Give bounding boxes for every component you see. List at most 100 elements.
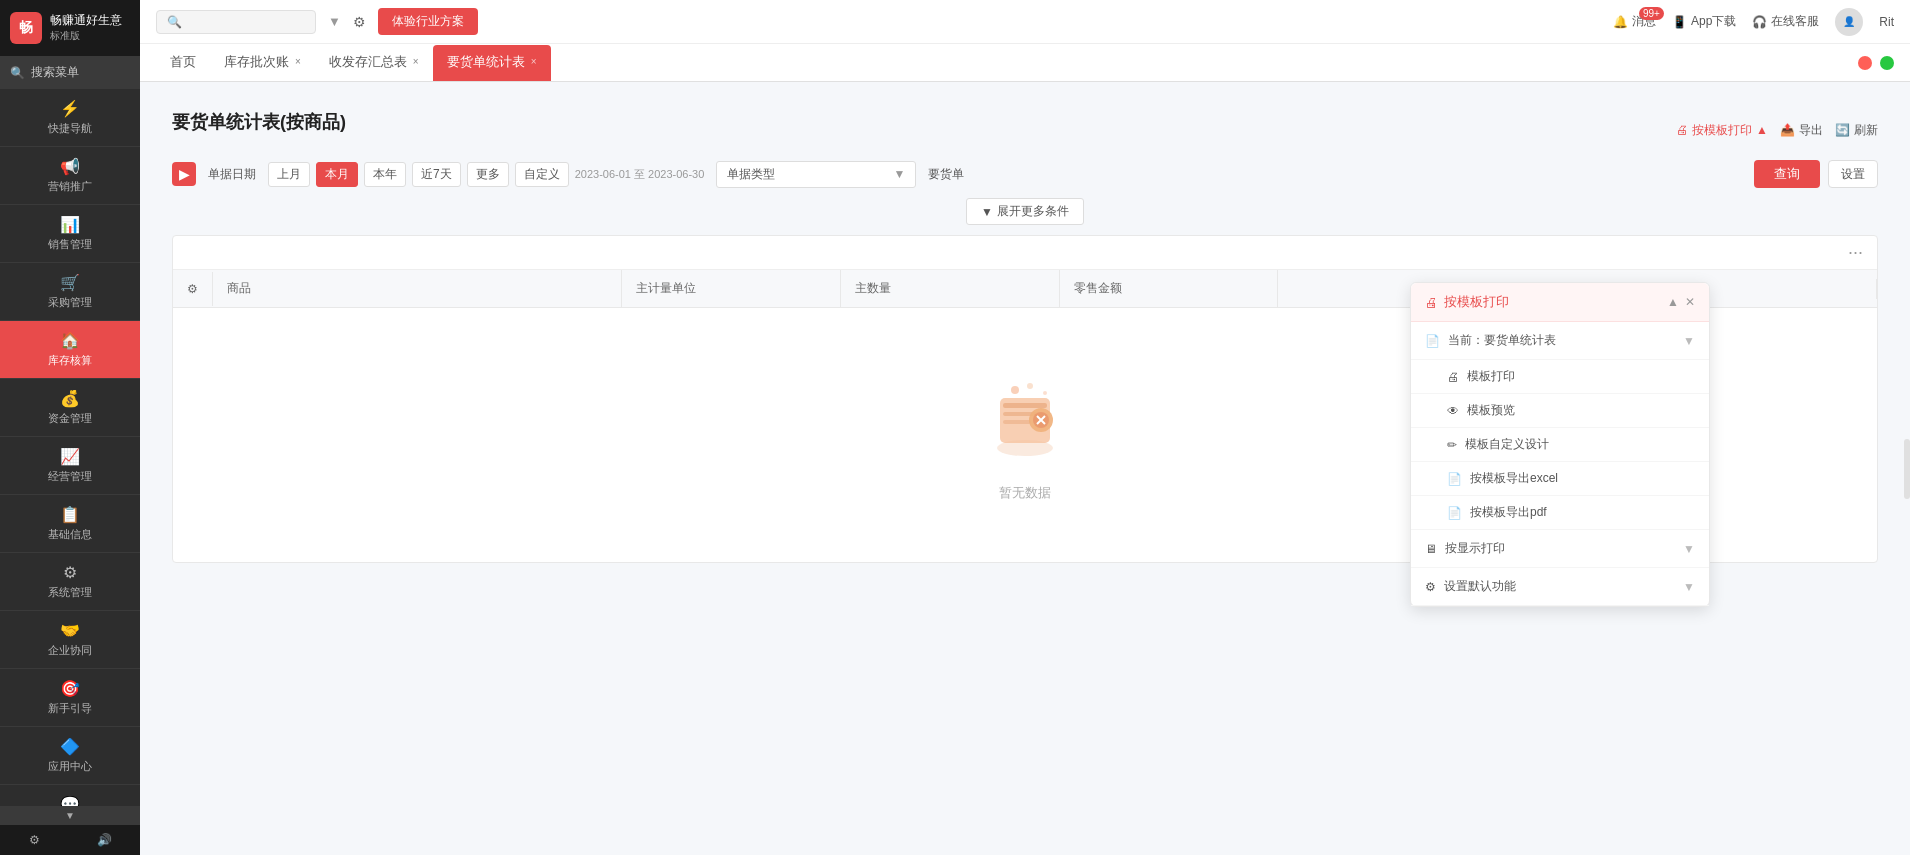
- expand-row: ▼ 展开更多条件: [172, 198, 1878, 235]
- date-btn-custom[interactable]: 自定义: [515, 162, 569, 187]
- nav-icon-caigou: 🛒: [60, 273, 80, 292]
- col-qty: 主数量: [841, 270, 1060, 307]
- dropdown-template-excel[interactable]: 📄 按模板导出excel: [1411, 462, 1709, 496]
- sidebar-item-qiyeweixin[interactable]: 💬 企业微信: [0, 785, 140, 806]
- dropdown-current-template[interactable]: 📄 当前：要货单统计表 ▼: [1411, 322, 1709, 360]
- template-pdf-label: 按模板导出pdf: [1470, 504, 1547, 521]
- nav-icon-yingxiao: 📢: [60, 157, 80, 176]
- nav-icon-kuaijie: ⚡: [60, 99, 80, 118]
- topbar-dropdown-arrow[interactable]: ▼: [328, 14, 341, 29]
- dropdown-close-icon[interactable]: ✕: [1685, 295, 1695, 309]
- tab-shoufa-close[interactable]: ×: [413, 56, 419, 67]
- date-btn-last-month[interactable]: 上月: [268, 162, 310, 187]
- dropdown-display-print[interactable]: 🖥 按显示打印 ▼: [1411, 530, 1709, 568]
- sidebar-item-jichu[interactable]: 📋 基础信息: [0, 495, 140, 553]
- tab-yaohuo-close[interactable]: ×: [531, 56, 537, 67]
- dropdown-chevron-up[interactable]: ▲: [1667, 295, 1679, 309]
- online-service-btn[interactable]: 🎧 在线客服: [1752, 13, 1819, 30]
- dropdown-template-print[interactable]: 🖨 模板打印: [1411, 360, 1709, 394]
- sidebar-item-label: 新手引导: [48, 701, 92, 716]
- tab-kucun-pici-label: 库存批次账: [224, 53, 289, 71]
- date-btn-this-year[interactable]: 本年: [364, 162, 406, 187]
- nav-icon-xitong: ⚙: [63, 563, 77, 582]
- tab-yaohuo[interactable]: 要货单统计表 ×: [433, 45, 551, 81]
- svg-point-11: [1043, 391, 1047, 395]
- tab-shoufa-label: 收发存汇总表: [329, 53, 407, 71]
- topbar-right: 🔔 消息 99+ 📱 App下载 🎧 在线客服 👤 Rit: [1613, 8, 1894, 36]
- sidebar-nav: ⚡ 快捷导航 📢 营销推广 📊 销售管理 🛒 采购管理 🏠 库存核算 💰 资金管…: [0, 89, 140, 806]
- sidebar-scroll-down[interactable]: ▼: [0, 806, 140, 825]
- nav-icon-xinshou: 🎯: [60, 679, 80, 698]
- sidebar-item-zijin[interactable]: 💰 资金管理: [0, 379, 140, 437]
- mobile-icon: 📱: [1672, 15, 1687, 29]
- sidebar-item-xiaoshou[interactable]: 📊 销售管理: [0, 205, 140, 263]
- dropdown-default-func[interactable]: ⚙ 设置默认功能 ▼: [1411, 568, 1709, 606]
- col-gear[interactable]: ⚙: [173, 272, 213, 306]
- filter-date-group: 上月 本月 本年 近7天 更多 自定义 2023-06-01 至 2023-06…: [268, 162, 704, 187]
- default-func-label: 设置默认功能: [1444, 578, 1516, 595]
- sidebar-item-label: 采购管理: [48, 295, 92, 310]
- trial-button[interactable]: 体验行业方案: [378, 8, 478, 35]
- dropdown-template-pdf[interactable]: 📄 按模板导出pdf: [1411, 496, 1709, 530]
- notification-btn[interactable]: 🔔 消息 99+: [1613, 13, 1656, 30]
- window-controls: [1858, 56, 1894, 70]
- sound-bottom-btn[interactable]: 🔊: [97, 833, 112, 847]
- username-label[interactable]: Rit: [1879, 15, 1894, 29]
- sidebar-item-jingying[interactable]: 📈 经营管理: [0, 437, 140, 495]
- sidebar-search[interactable]: 🔍 搜索菜单: [0, 56, 140, 89]
- dropdown-title: 按模板打印: [1444, 293, 1509, 311]
- date-btn-more[interactable]: 更多: [467, 162, 509, 187]
- sidebar-item-yingxiao[interactable]: 📢 营销推广: [0, 147, 140, 205]
- window-close-btn[interactable]: [1858, 56, 1872, 70]
- sidebar-item-qiye[interactable]: 🤝 企业协同: [0, 611, 140, 669]
- avatar[interactable]: 👤: [1835, 8, 1863, 36]
- page-title: 要货单统计表(按商品): [172, 110, 346, 134]
- template-pdf-icon: 📄: [1447, 506, 1462, 520]
- print-chevron-up: ▲: [1756, 123, 1768, 137]
- expand-icon: ▼: [981, 205, 993, 219]
- topbar-search[interactable]: 🔍: [156, 10, 316, 34]
- col-product: 商品: [213, 270, 622, 307]
- export-btn[interactable]: 📤 导出: [1780, 122, 1823, 139]
- sidebar-item-label: 应用中心: [48, 759, 92, 774]
- app-download-btn[interactable]: 📱 App下载: [1672, 13, 1736, 30]
- svg-point-10: [1027, 383, 1033, 389]
- svg-point-9: [1011, 386, 1019, 394]
- date-btn-this-month[interactable]: 本月: [316, 162, 358, 187]
- sidebar-item-caigou[interactable]: 🛒 采购管理: [0, 263, 140, 321]
- expand-more-btn[interactable]: ▼ 展开更多条件: [966, 198, 1084, 225]
- settings-bottom-btn[interactable]: ⚙: [29, 833, 40, 847]
- filter-toggle-btn[interactable]: ▶: [172, 162, 196, 186]
- tab-home-label: 首页: [170, 53, 196, 71]
- print-template-btn[interactable]: 🖨 按模板打印 ▲: [1676, 122, 1768, 139]
- sidebar-item-kuaijie[interactable]: ⚡ 快捷导航: [0, 89, 140, 147]
- sidebar-item-label: 基础信息: [48, 527, 92, 542]
- tab-shoufa[interactable]: 收发存汇总表 ×: [315, 45, 433, 81]
- tab-yaohuo-label: 要货单统计表: [447, 53, 525, 71]
- doc-type-select[interactable]: 单据类型 ▼: [716, 161, 916, 188]
- dropdown-template-preview[interactable]: 👁 模板预览: [1411, 394, 1709, 428]
- date-btn-7days[interactable]: 近7天: [412, 162, 461, 187]
- refresh-btn[interactable]: 🔄 刷新: [1835, 122, 1878, 139]
- dropdown-template-custom[interactable]: ✏ 模板自定义设计: [1411, 428, 1709, 462]
- query-button[interactable]: 查询: [1754, 160, 1820, 188]
- tabbar: 首页 库存批次账 × 收发存汇总表 × 要货单统计表 ×: [140, 44, 1910, 82]
- scroll-indicator[interactable]: [1904, 439, 1910, 499]
- window-maximize-btn[interactable]: [1880, 56, 1894, 70]
- topbar-search-icon: 🔍: [167, 15, 182, 29]
- sidebar-item-yingyong[interactable]: 🔷 应用中心: [0, 727, 140, 785]
- settings-button[interactable]: 设置: [1828, 160, 1878, 188]
- tab-kucun-pici-close[interactable]: ×: [295, 56, 301, 67]
- dropdown-controls: ▲ ✕: [1667, 295, 1695, 309]
- sidebar-item-kucun[interactable]: 🏠 库存核算: [0, 321, 140, 379]
- topbar-gear-icon[interactable]: ⚙: [353, 14, 366, 30]
- nav-icon-jichu: 📋: [60, 505, 80, 524]
- template-print-label: 模板打印: [1467, 368, 1515, 385]
- sidebar-item-xitong[interactable]: ⚙ 系统管理: [0, 553, 140, 611]
- topbar: 🔍 ▼ ⚙ 体验行业方案 🔔 消息 99+ 📱 App下载 🎧 在线客服 👤: [140, 0, 1910, 44]
- tab-home[interactable]: 首页: [156, 45, 210, 81]
- more-options-btn[interactable]: ···: [1848, 242, 1863, 263]
- page-title-row: 要货单统计表(按商品) 🖨 按模板打印 ▲ 📤 导出 🔄 刷新: [156, 98, 1894, 150]
- sidebar-item-xinshou[interactable]: 🎯 新手引导: [0, 669, 140, 727]
- tab-kucun-pici[interactable]: 库存批次账 ×: [210, 45, 315, 81]
